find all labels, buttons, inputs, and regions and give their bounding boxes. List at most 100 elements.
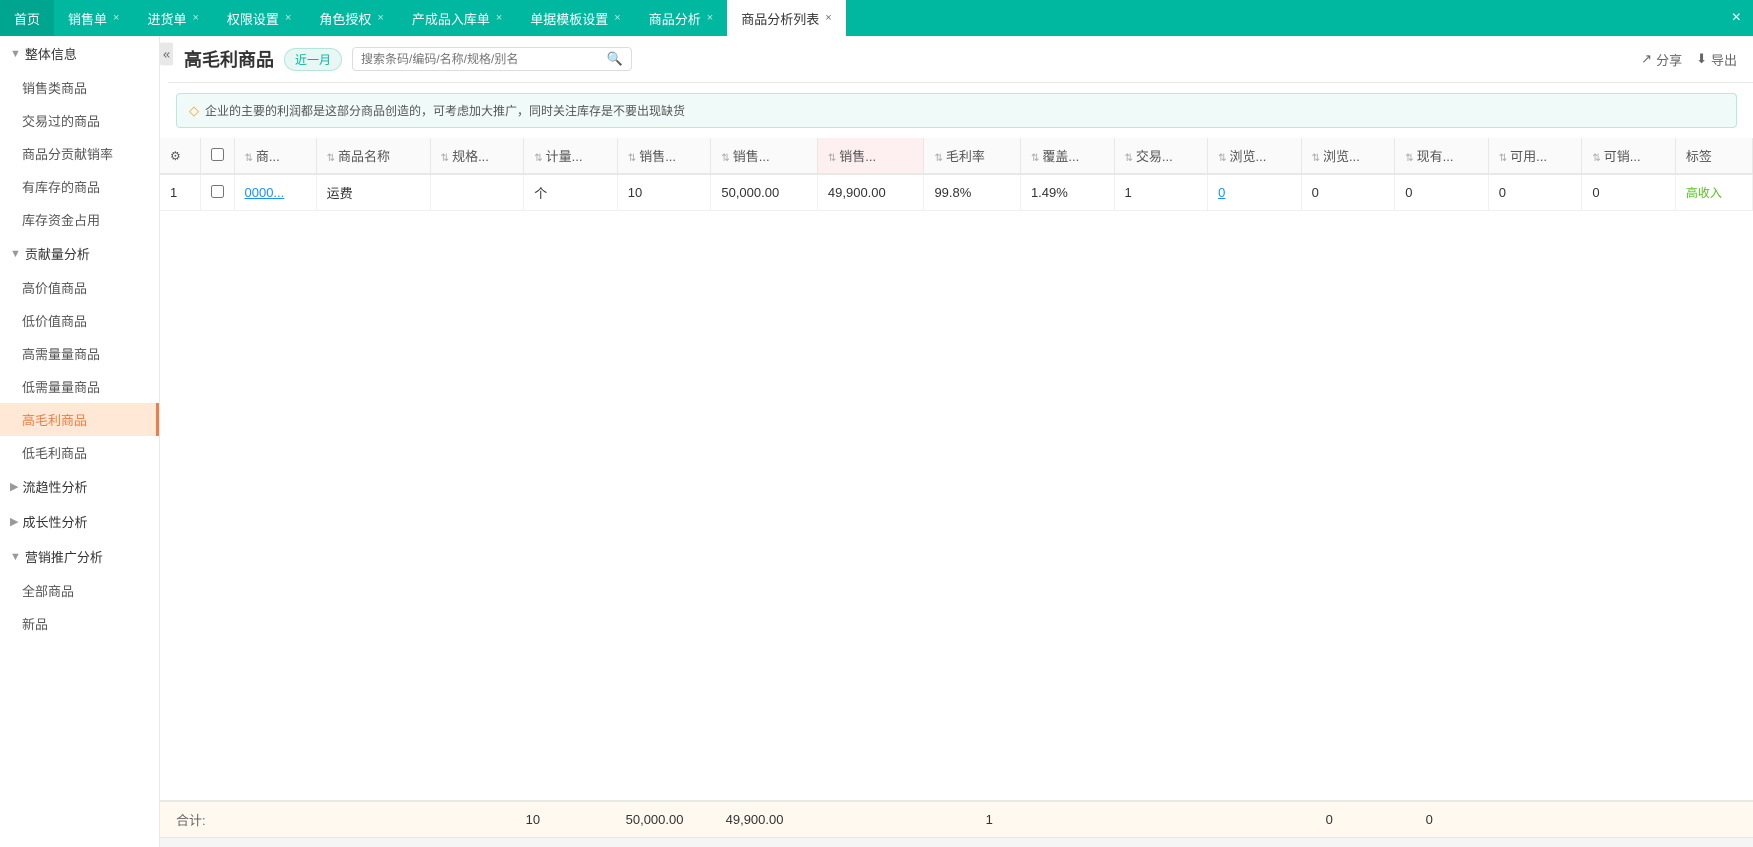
search-icon[interactable]: 🔍 — [607, 51, 623, 67]
col-sales-cost: ⇅销售... — [817, 138, 924, 174]
sidebar-item-low-demand[interactable]: 低需量量商品 — [0, 370, 159, 403]
col-gross-margin: ⇅毛利率 — [924, 138, 1021, 174]
cell-code[interactable]: 0000... — [234, 174, 316, 211]
sidebar-item-high-margin[interactable]: 高毛利商品 — [0, 403, 159, 436]
col-current-stock: ⇅现有... — [1395, 138, 1489, 174]
row-checkbox[interactable] — [211, 185, 224, 198]
product-table: ⚙ ⇅商... ⇅商品名称 ⇅规格... ⇅计量... ⇅销售... ⇅销售..… — [160, 138, 1753, 211]
sidebar-group-contribution[interactable]: ▼ 贡献量分析 — [0, 236, 159, 271]
sidebar-group-overall[interactable]: ▼ 整体信息 — [0, 36, 159, 71]
sidebar-item-stocked-goods[interactable]: 有库存的商品 — [0, 170, 159, 203]
close-icon[interactable]: × — [614, 12, 620, 24]
cell-gross-margin: 99.8% — [924, 174, 1021, 211]
window-close-button[interactable]: × — [1720, 0, 1753, 36]
data-table-container: ⚙ ⇅商... ⇅商品名称 ⇅规格... ⇅计量... ⇅销售... ⇅销售..… — [160, 138, 1753, 800]
sidebar-item-all-goods[interactable]: 全部商品 — [0, 574, 159, 607]
footer-available: 0 — [1326, 812, 1406, 827]
sidebar-group-trend[interactable]: ▶ 流趋性分析 — [0, 469, 159, 504]
footer-sales-qty: 10 — [526, 812, 606, 827]
nav-product-inbound[interactable]: 产成品入库单 × — [398, 0, 516, 36]
footer-label: 合计: — [176, 810, 206, 829]
nav-sales-order[interactable]: 销售单 × — [54, 0, 133, 36]
col-sellable-stock: ⇅可销... — [1582, 138, 1676, 174]
cell-transactions: 1 — [1114, 174, 1208, 211]
main-layout: ▼ 整体信息 销售类商品 交易过的商品 商品分贡献销率 有库存的商品 库存资金占… — [0, 36, 1753, 847]
select-all-checkbox[interactable] — [211, 148, 224, 161]
col-coverage: ⇅覆盖... — [1020, 138, 1114, 174]
sidebar-item-low-margin[interactable]: 低毛利商品 — [0, 436, 159, 469]
col-name: ⇅商品名称 — [316, 138, 430, 174]
page-title: 高毛利商品 — [184, 46, 274, 72]
col-sales-amount: ⇅销售... — [711, 138, 818, 174]
sidebar-toggle-button[interactable]: « — [160, 43, 173, 66]
close-icon[interactable]: × — [192, 12, 198, 24]
export-button[interactable]: ⬇ 导出 — [1696, 50, 1737, 69]
cell-checkbox[interactable] — [200, 174, 234, 211]
top-navigation: 首页 销售单 × 进货单 × 权限设置 × 角色授权 × 产成品入库单 × 单据… — [0, 0, 1753, 36]
nav-product-analysis-list[interactable]: 商品分析列表 × — [727, 0, 845, 36]
cell-views1[interactable]: 0 — [1208, 174, 1302, 211]
close-icon[interactable]: × — [377, 12, 383, 24]
views1-link[interactable]: 0 — [1218, 185, 1225, 200]
footer-sales-cost: 49,900.00 — [726, 812, 806, 827]
footer-sellable: 0 — [1426, 812, 1506, 827]
header-actions: ↗ 分享 ⬇ 导出 — [1641, 50, 1737, 69]
sidebar-item-goods-contribution[interactable]: 商品分贡献销率 — [0, 137, 159, 170]
cell-sales-cost: 49,900.00 — [817, 174, 924, 211]
nav-template-settings[interactable]: 单据模板设置 × — [516, 0, 634, 36]
col-code: ⇅商... — [234, 138, 316, 174]
sidebar-group-marketing[interactable]: ▼ 营销推广分析 — [0, 539, 159, 574]
search-input[interactable] — [361, 52, 603, 66]
col-sales-qty: ⇅销售... — [617, 138, 711, 174]
sidebar-group-growth[interactable]: ▶ 成长性分析 — [0, 504, 159, 539]
cell-current-stock: 0 — [1395, 174, 1489, 211]
nav-home[interactable]: 首页 — [0, 0, 54, 36]
period-filter-button[interactable]: 近一月 — [284, 48, 342, 71]
content-area: « 高毛利商品 近一月 🔍 ↗ 分享 ⬇ 导出 ◇ 企 — [160, 36, 1753, 847]
close-icon[interactable]: × — [285, 12, 291, 24]
nav-product-analysis[interactable]: 商品分析 × — [635, 0, 727, 36]
close-icon[interactable]: × — [113, 12, 119, 24]
sidebar-item-inventory-capital[interactable]: 库存资金占用 — [0, 203, 159, 236]
sidebar-item-high-demand[interactable]: 高需量量商品 — [0, 337, 159, 370]
nav-role-auth[interactable]: 角色授权 × — [305, 0, 397, 36]
col-available-stock: ⇅可用... — [1488, 138, 1582, 174]
arrow-down-icon: ▼ — [10, 48, 21, 60]
cell-available-stock: 0 — [1488, 174, 1582, 211]
share-icon: ↗ — [1641, 51, 1652, 67]
cell-unit: 个 — [524, 174, 618, 211]
table-header-row: ⚙ ⇅商... ⇅商品名称 ⇅规格... ⇅计量... ⇅销售... ⇅销售..… — [160, 138, 1753, 174]
col-unit: ⇅计量... — [524, 138, 618, 174]
col-views2: ⇅浏览... — [1301, 138, 1395, 174]
sidebar: ▼ 整体信息 销售类商品 交易过的商品 商品分贡献销率 有库存的商品 库存资金占… — [0, 36, 160, 847]
content-header: 高毛利商品 近一月 🔍 ↗ 分享 ⬇ 导出 — [168, 36, 1753, 83]
table-row: 1 0000... 运费 个 10 50,000.00 49,900.00 99… — [160, 174, 1753, 211]
cell-sales-qty: 10 — [617, 174, 711, 211]
info-text: 企业的主要的利润都是这部分商品创造的，可考虑加大推广，同时关注库存是不要出现缺货 — [205, 102, 685, 119]
footer-transactions: 1 — [986, 812, 1066, 827]
close-icon[interactable]: × — [825, 12, 831, 24]
info-icon: ◇ — [189, 103, 199, 119]
cell-sales-amount: 50,000.00 — [711, 174, 818, 211]
search-box: 🔍 — [352, 47, 632, 71]
nav-permission-settings[interactable]: 权限设置 × — [213, 0, 305, 36]
horizontal-scrollbar[interactable] — [160, 837, 1753, 847]
nav-purchase-order[interactable]: 进货单 × — [133, 0, 212, 36]
cell-views2: 0 — [1301, 174, 1395, 211]
sidebar-item-sales-goods[interactable]: 销售类商品 — [0, 71, 159, 104]
sidebar-item-low-value[interactable]: 低价值商品 — [0, 304, 159, 337]
cell-spec — [430, 174, 524, 211]
cell-coverage: 1.49% — [1020, 174, 1114, 211]
sidebar-item-new-goods[interactable]: 新品 — [0, 607, 159, 640]
cell-tag: 高收入 — [1675, 174, 1752, 211]
sidebar-item-traded-goods[interactable]: 交易过的商品 — [0, 104, 159, 137]
col-transactions: ⇅交易... — [1114, 138, 1208, 174]
arrow-right-icon: ▶ — [10, 515, 18, 528]
close-icon[interactable]: × — [496, 12, 502, 24]
col-settings[interactable]: ⚙ — [160, 138, 200, 174]
share-button[interactable]: ↗ 分享 — [1641, 50, 1682, 69]
sidebar-item-high-value[interactable]: 高价值商品 — [0, 271, 159, 304]
close-icon[interactable]: × — [707, 12, 713, 24]
arrow-right-icon: ▶ — [10, 480, 18, 493]
col-checkbox[interactable] — [200, 138, 234, 174]
